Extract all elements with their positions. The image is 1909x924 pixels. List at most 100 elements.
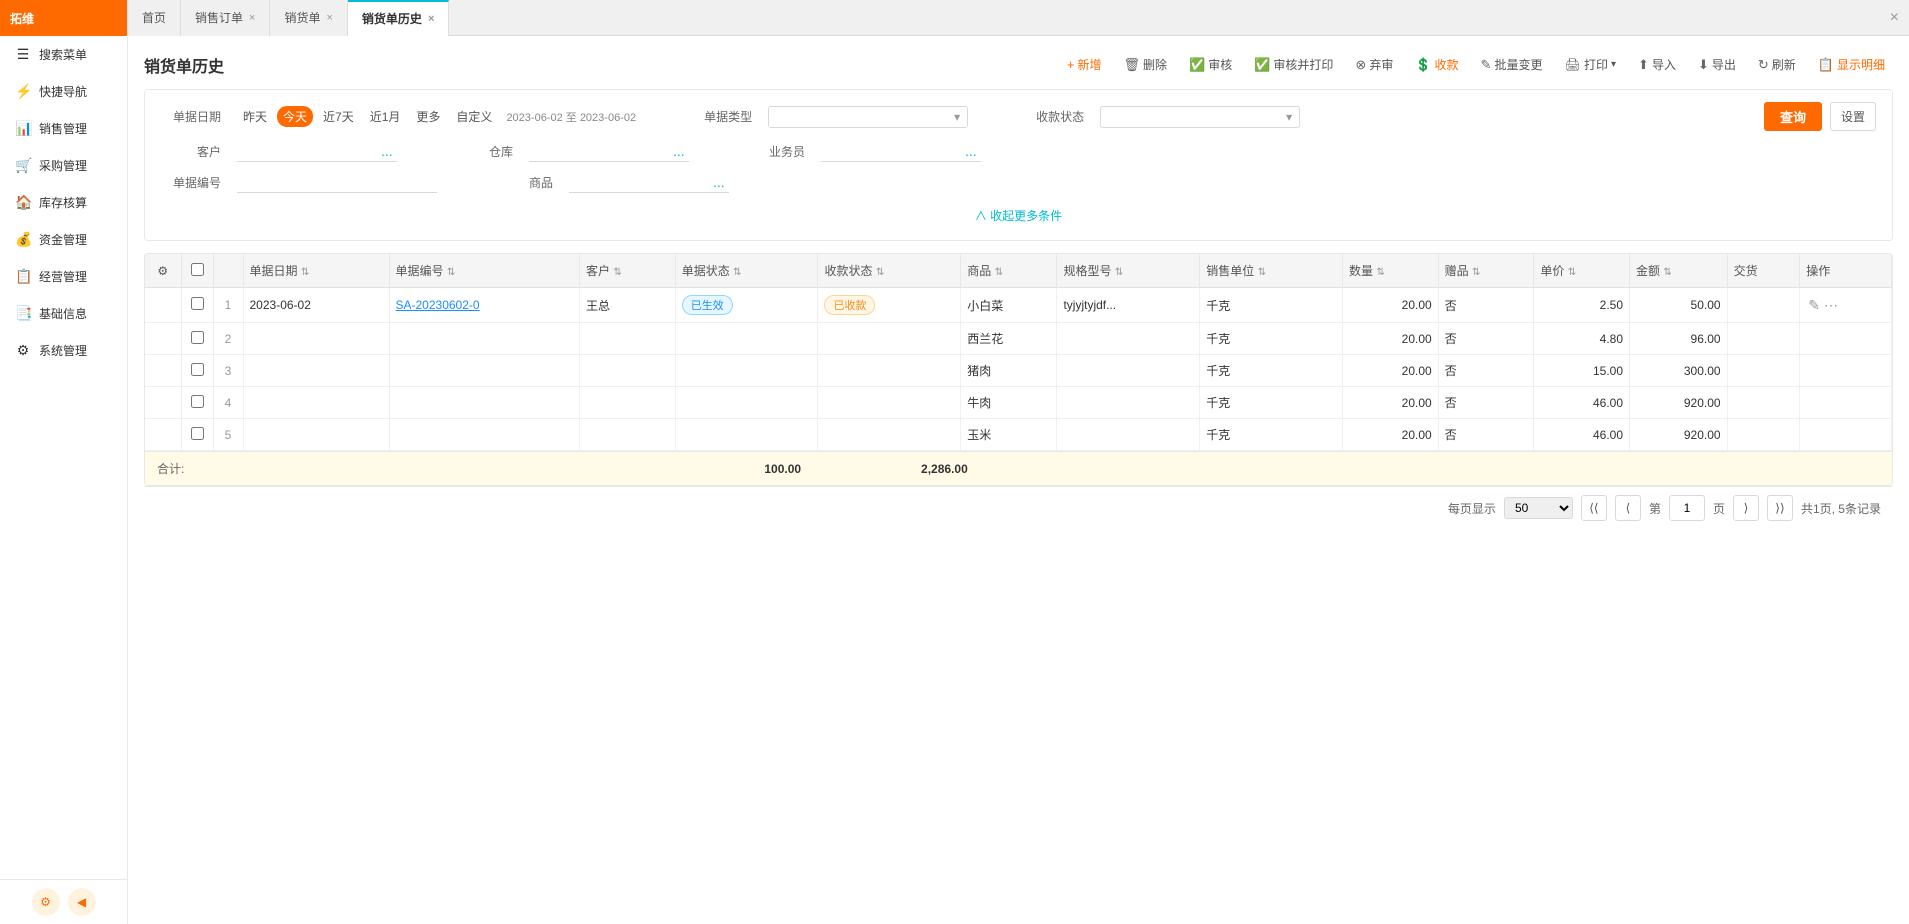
shortcut-today[interactable]: 今天 xyxy=(277,106,313,127)
sidebar-item-sales-mgmt[interactable]: 📊 销售管理 xyxy=(0,110,127,147)
shortcut-more[interactable]: 更多 xyxy=(410,106,446,127)
row-checkbox-4[interactable] xyxy=(181,419,213,451)
spec-column-header[interactable]: 规格型号 ⇅ xyxy=(1057,254,1200,288)
audit-print-button[interactable]: ✅ 审核并打印 xyxy=(1246,52,1341,77)
amount-sort-icon[interactable]: ⇅ xyxy=(1663,267,1671,278)
row-select-4[interactable] xyxy=(191,427,204,440)
row-checkbox-3[interactable] xyxy=(181,387,213,419)
export-button[interactable]: ⬇ 导出 xyxy=(1690,52,1744,77)
warehouse-input[interactable] xyxy=(529,141,669,161)
doc-no-column-header[interactable]: 单据编号 ⇅ xyxy=(389,254,580,288)
unit-sort-icon[interactable]: ⇅ xyxy=(1258,267,1266,278)
spec-sort-icon[interactable]: ⇅ xyxy=(1115,267,1123,278)
tab-home[interactable]: 首页 xyxy=(128,0,181,36)
staff-dots[interactable]: ... xyxy=(965,143,977,159)
row-select-2[interactable] xyxy=(191,363,204,376)
sidebar-item-search-menu[interactable]: ☰ 搜索菜单 xyxy=(0,36,127,73)
import-button[interactable]: ⬆ 导入 xyxy=(1630,52,1684,77)
amount-column-header[interactable]: 金额 ⇅ xyxy=(1630,254,1728,288)
collect-status-sort-icon[interactable]: ⇅ xyxy=(876,267,884,278)
doc-no-input[interactable] xyxy=(237,172,437,193)
collect-button[interactable]: 💲 收款 xyxy=(1407,52,1466,77)
tab-sales-history-close[interactable]: × xyxy=(428,13,434,25)
show-details-button[interactable]: 📋 显示明细 xyxy=(1810,52,1893,77)
doc-status-sort-icon[interactable]: ⇅ xyxy=(733,267,741,278)
doc-date-column-header[interactable]: 单据日期 ⇅ xyxy=(243,254,389,288)
doc-date-sort-icon[interactable]: ⇅ xyxy=(301,267,309,278)
audit-button[interactable]: ✅ 审核 xyxy=(1181,52,1240,77)
delete-button[interactable]: 🗑 删除 xyxy=(1115,52,1175,77)
qty-sort-icon[interactable]: ⇅ xyxy=(1376,267,1384,278)
row-select-3[interactable] xyxy=(191,395,204,408)
row-checkbox-1[interactable] xyxy=(181,323,213,355)
last-page-button[interactable]: ⟩⟩ xyxy=(1767,495,1793,521)
action-more-0[interactable]: ⋯ xyxy=(1824,297,1838,313)
goods-input[interactable] xyxy=(569,172,709,192)
unit-column-header[interactable]: 销售单位 ⇅ xyxy=(1200,254,1343,288)
refresh-button[interactable]: ↻ 刷新 xyxy=(1750,52,1804,77)
row-checkbox-2[interactable] xyxy=(181,355,213,387)
close-all-tabs[interactable]: × xyxy=(1890,9,1909,27)
row-doc-no-2[interactable] xyxy=(389,355,580,387)
sidebar-item-funds-mgmt[interactable]: 💰 资金管理 xyxy=(0,221,127,258)
sidebar-settings-btn[interactable]: ⚙ xyxy=(32,888,60,916)
row-checkbox-0[interactable] xyxy=(181,288,213,323)
row-doc-no-4[interactable] xyxy=(389,419,580,451)
tab-sales-order-close[interactable]: × xyxy=(249,12,255,24)
sidebar-item-ops-mgmt[interactable]: 📋 经营管理 xyxy=(0,258,127,295)
per-page-select[interactable]: 50 100 200 xyxy=(1504,497,1573,519)
sidebar-item-inventory[interactable]: 🏠 库存核算 xyxy=(0,184,127,221)
sidebar-item-basic-info[interactable]: 📑 基础信息 xyxy=(0,295,127,332)
sidebar-item-sys-mgmt[interactable]: ⚙ 系统管理 xyxy=(0,332,127,369)
filter-settings-button[interactable]: 设置 xyxy=(1830,102,1876,131)
doc-no-sort-icon[interactable]: ⇅ xyxy=(447,267,455,278)
shortcut-1month[interactable]: 近1月 xyxy=(364,106,407,127)
gift-column-header[interactable]: 赠品 ⇅ xyxy=(1438,254,1534,288)
tab-sales-order[interactable]: 销售订单 × xyxy=(181,0,270,36)
doc-status-column-header[interactable]: 单据状态 ⇅ xyxy=(675,254,818,288)
row-select-1[interactable] xyxy=(191,331,204,344)
abandon-button[interactable]: ⊗ 弃审 xyxy=(1347,52,1401,77)
new-button[interactable]: + 新增 xyxy=(1059,52,1110,77)
goods-column-header[interactable]: 商品 ⇅ xyxy=(961,254,1057,288)
warehouse-dots[interactable]: ... xyxy=(673,143,685,159)
sidebar-item-quick-nav[interactable]: ⚡ 快捷导航 xyxy=(0,73,127,110)
customer-dots[interactable]: ... xyxy=(381,143,393,159)
checkbox-column-header[interactable] xyxy=(181,254,213,288)
gear-column-header[interactable]: ⚙ xyxy=(145,254,181,288)
select-all-checkbox[interactable] xyxy=(191,263,204,276)
sidebar-collapse-btn[interactable]: ◀ xyxy=(68,888,96,916)
unit-price-sort-icon[interactable]: ⇅ xyxy=(1568,267,1576,278)
doc-type-select[interactable] xyxy=(768,106,968,128)
print-button[interactable]: 🖨 打印 ▾ xyxy=(1556,52,1624,77)
shortcut-7days[interactable]: 近7天 xyxy=(317,106,360,127)
batch-change-button[interactable]: ✎ 批量变更 xyxy=(1473,52,1551,77)
customer-sort-icon[interactable]: ⇅ xyxy=(613,267,621,278)
tab-sales-delivery[interactable]: 销货单 × xyxy=(270,0,347,36)
goods-sort-icon[interactable]: ⇅ xyxy=(995,267,1003,278)
customer-input[interactable] xyxy=(237,141,377,161)
qty-column-header[interactable]: 数量 ⇅ xyxy=(1343,254,1439,288)
next-page-button[interactable]: ⟩ xyxy=(1733,495,1759,521)
unit-price-column-header[interactable]: 单价 ⇅ xyxy=(1534,254,1630,288)
prev-page-button[interactable]: ⟨ xyxy=(1615,495,1641,521)
row-select-0[interactable] xyxy=(191,297,204,310)
tab-sales-history[interactable]: 销货单历史 × xyxy=(348,0,449,36)
tab-sales-delivery-close[interactable]: × xyxy=(326,12,332,24)
collect-status-column-header[interactable]: 收款状态 ⇅ xyxy=(818,254,961,288)
action-edit-0[interactable]: ✎ xyxy=(1808,297,1820,313)
goods-dots[interactable]: ... xyxy=(713,174,725,190)
shortcut-custom[interactable]: 自定义 xyxy=(450,106,498,127)
row-doc-no-0[interactable]: SA-20230602-0 xyxy=(389,288,580,323)
first-page-button[interactable]: ⟨⟨ xyxy=(1581,495,1607,521)
query-button[interactable]: 查询 xyxy=(1764,102,1822,131)
customer-column-header[interactable]: 客户 ⇅ xyxy=(580,254,676,288)
collapse-button[interactable]: ∧ 收起更多条件 xyxy=(963,203,1074,228)
page-input[interactable] xyxy=(1669,495,1705,521)
doc-no-link-0[interactable]: SA-20230602-0 xyxy=(396,298,480,312)
gift-sort-icon[interactable]: ⇅ xyxy=(1472,267,1480,278)
shortcut-yesterday[interactable]: 昨天 xyxy=(237,106,273,127)
row-doc-no-1[interactable] xyxy=(389,323,580,355)
sidebar-item-purchase-mgmt[interactable]: 🛒 采购管理 xyxy=(0,147,127,184)
collect-status-select[interactable] xyxy=(1100,106,1300,128)
